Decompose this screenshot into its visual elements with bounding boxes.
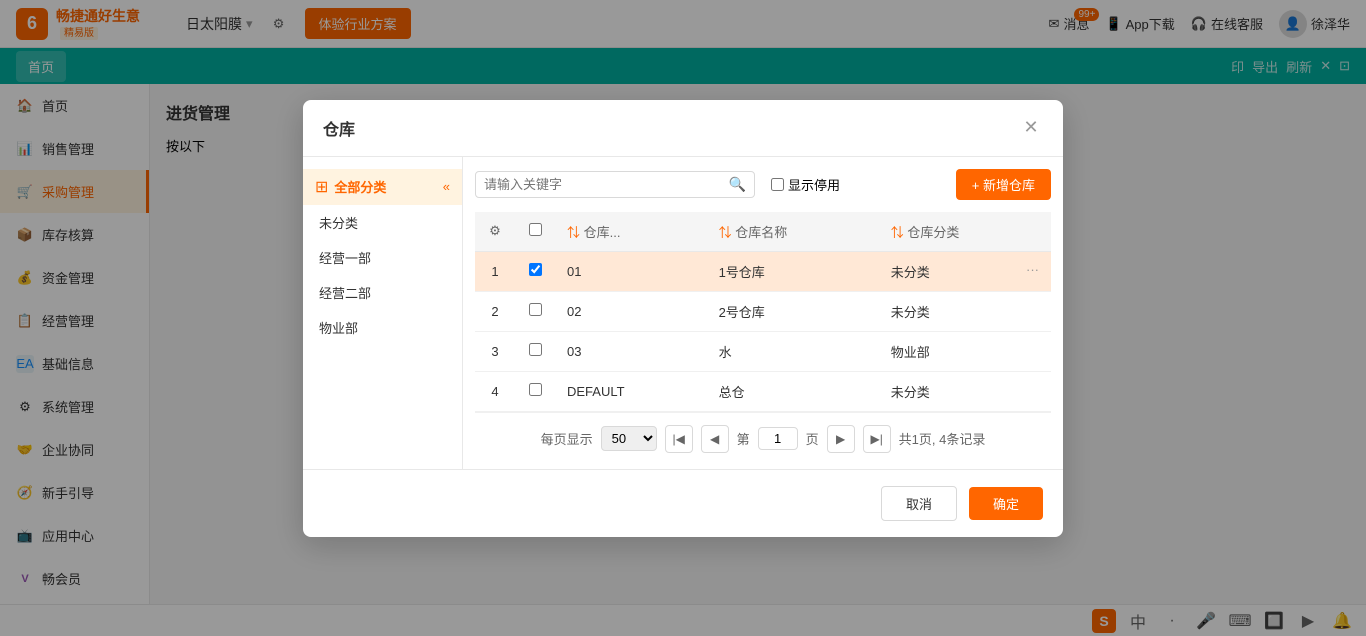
ok-btn[interactable]: 确定 [969, 487, 1043, 520]
th-category: ⇅ 仓库分类 [879, 212, 1051, 252]
sort-icon-category: ⇅ [891, 225, 904, 240]
th-checkbox [515, 212, 555, 252]
table-row[interactable]: 3 03 水 物业部 [475, 331, 1051, 371]
search-icon[interactable]: 🔍 [729, 176, 746, 193]
row-more-btn[interactable]: ··· [1026, 262, 1039, 277]
category-item-unclassified[interactable]: 未分类 [303, 205, 462, 240]
warehouse-table: ⚙ ⇅ 仓库... ⇅ [475, 212, 1051, 412]
warehouse-dialog: 仓库 ✕ ⊞ 全部分类 « 未分类 经营一部 经营二部 [303, 100, 1063, 537]
dialog-toolbar: 🔍 显示停用 + 新增仓库 [475, 169, 1051, 200]
table-header-row: ⚙ ⇅ 仓库... ⇅ [475, 212, 1051, 252]
dialog-table: ⚙ ⇅ 仓库... ⇅ [475, 212, 1051, 412]
category-collapse-btn[interactable]: « [443, 179, 450, 194]
page-first-btn[interactable]: |◀ [665, 425, 693, 453]
select-all-checkbox[interactable] [529, 223, 542, 236]
td-checkbox[interactable] [515, 291, 555, 331]
page-prev-btn[interactable]: ◀ [701, 425, 729, 453]
sort-icon-code: ⇅ [567, 225, 580, 240]
category-item-dept2[interactable]: 经营二部 [303, 275, 462, 310]
sort-icon-name: ⇅ [719, 225, 732, 240]
td-category: 未分类··· [879, 251, 1051, 291]
td-name: 总仓 [707, 371, 879, 411]
table-row[interactable]: 2 02 2号仓库 未分类 [475, 291, 1051, 331]
td-name: 水 [707, 331, 879, 371]
table-row[interactable]: 4 DEFAULT 总仓 未分类 [475, 371, 1051, 411]
category-header[interactable]: ⊞ 全部分类 « [303, 169, 462, 205]
td-name: 1号仓库 [707, 251, 879, 291]
show-disabled-wrap: 显示停用 [771, 175, 840, 194]
td-no: 4 [475, 371, 515, 411]
gear-icon: ⚙ [489, 223, 501, 238]
th-name: ⇅ 仓库名称 [707, 212, 879, 252]
page-last-btn[interactable]: ▶| [863, 425, 891, 453]
td-code: 01 [555, 251, 707, 291]
search-wrap: 🔍 [475, 171, 755, 198]
page-input[interactable] [758, 427, 798, 450]
dialog-close-btn[interactable]: ✕ [1019, 116, 1043, 140]
show-disabled-label: 显示停用 [788, 175, 840, 194]
page-total-info: 共1页, 4条记录 [899, 429, 986, 448]
td-checkbox[interactable] [515, 331, 555, 371]
table-body: 1 01 1号仓库 未分类··· 2 02 2号仓库 未分类 3 03 水 物业… [475, 251, 1051, 411]
td-checkbox[interactable] [515, 251, 555, 291]
td-no: 3 [475, 331, 515, 371]
th-gear: ⚙ [475, 212, 515, 252]
dialog-main: 🔍 显示停用 + 新增仓库 ⚙ [463, 157, 1063, 469]
page-size-select[interactable]: 10 20 50 100 [601, 426, 657, 451]
page-word-pre: 第 [737, 429, 750, 448]
page-next-btn[interactable]: ▶ [827, 425, 855, 453]
dialog-pagination: 每页显示 10 20 50 100 |◀ ◀ 第 页 ▶ ▶| 共1页, 4条记… [475, 412, 1051, 457]
show-disabled-checkbox[interactable] [771, 178, 784, 191]
td-code: 02 [555, 291, 707, 331]
td-category: 未分类 [879, 371, 1051, 411]
category-item-property[interactable]: 物业部 [303, 310, 462, 345]
dialog-body: ⊞ 全部分类 « 未分类 经营一部 经营二部 物业部 [303, 157, 1063, 469]
td-name: 2号仓库 [707, 291, 879, 331]
td-code: 03 [555, 331, 707, 371]
th-code: ⇅ 仓库... [555, 212, 707, 252]
grid-icon: ⊞ [315, 177, 328, 197]
td-checkbox[interactable] [515, 371, 555, 411]
dialog-footer: 取消 确定 [303, 469, 1063, 537]
td-no: 1 [475, 251, 515, 291]
category-all-label: 全部分类 [334, 177, 386, 196]
td-category: 物业部 [879, 331, 1051, 371]
dialog-header: 仓库 ✕ [303, 100, 1063, 157]
td-code: DEFAULT [555, 371, 707, 411]
category-sidebar: ⊞ 全部分类 « 未分类 经营一部 经营二部 物业部 [303, 157, 463, 469]
add-warehouse-btn[interactable]: + 新增仓库 [956, 169, 1051, 200]
search-input[interactable] [484, 177, 729, 192]
cancel-btn[interactable]: 取消 [881, 486, 957, 521]
page-size-label: 每页显示 [541, 429, 593, 448]
td-no: 2 [475, 291, 515, 331]
dialog-title: 仓库 [323, 116, 355, 140]
table-row[interactable]: 1 01 1号仓库 未分类··· [475, 251, 1051, 291]
td-category: 未分类 [879, 291, 1051, 331]
page-word: 页 [806, 429, 819, 448]
modal-overlay: 仓库 ✕ ⊞ 全部分类 « 未分类 经营一部 经营二部 [0, 0, 1366, 636]
category-item-dept1[interactable]: 经营一部 [303, 240, 462, 275]
